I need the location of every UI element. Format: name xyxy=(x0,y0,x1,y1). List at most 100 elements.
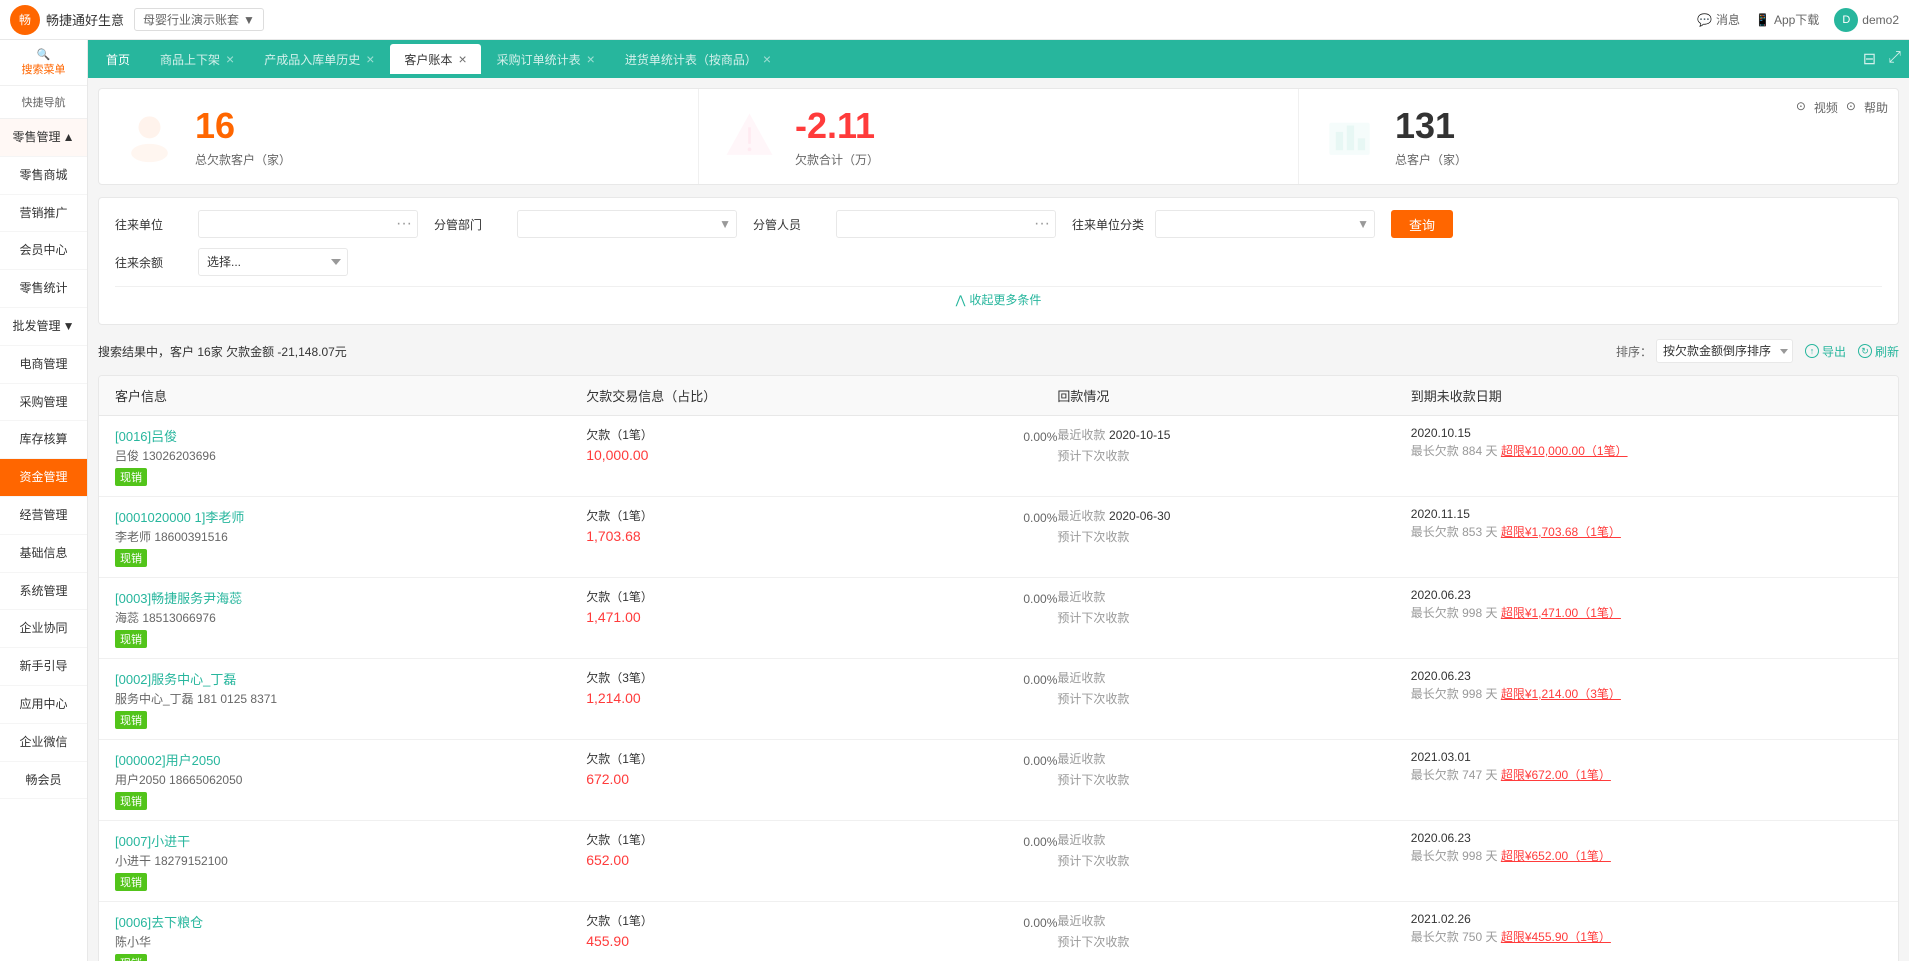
sidebar-item-basic-info[interactable]: 基础信息 xyxy=(0,535,87,573)
tab-restore-icon[interactable]: ⊟ xyxy=(1859,49,1880,69)
export-btn[interactable]: ↑ 导出 xyxy=(1805,343,1846,360)
tab-close-icon4[interactable]: × xyxy=(587,51,595,67)
category-chevron-icon[interactable]: ▼ xyxy=(1357,217,1369,231)
overdue-link[interactable]: 超限¥455.90（1笔） xyxy=(1501,930,1611,944)
sidebar-item-retail-shop[interactable]: 零售商城 xyxy=(0,157,87,195)
overdue-link[interactable]: 超限¥10,000.00（1笔） xyxy=(1501,444,1628,458)
sidebar-item-corp-collab[interactable]: 企业协同 xyxy=(0,610,87,648)
customer-name-link[interactable]: [0016]吕俊 xyxy=(115,429,177,444)
customer-name-link[interactable]: [0002]服务中心_丁磊 xyxy=(115,672,236,687)
filter-person-input[interactable] xyxy=(836,210,1056,238)
sidebar-item-marketing[interactable]: 营销推广 xyxy=(0,195,87,233)
filter-person-label: 分管人员 xyxy=(753,216,828,233)
tab-close-icon[interactable]: × xyxy=(226,51,234,67)
tab-home[interactable]: 首页 xyxy=(92,44,144,74)
table-row: [0006]去下粮仓 陈小华 现销 欠款（1笔） 455.90 0.00% 最近… xyxy=(99,902,1898,961)
tab-expand-icon[interactable]: ⤢ xyxy=(1884,49,1905,69)
customer-phone: 海蕊 18513066976 xyxy=(115,609,586,626)
filter-item-category: 往来单位分类 ▼ xyxy=(1072,210,1375,238)
filter-balance-wrapper: 选择... xyxy=(198,248,348,276)
filter-unit-input[interactable] xyxy=(198,210,418,238)
tab-close-icon3[interactable]: × xyxy=(458,51,466,67)
ecommerce-label: 电商管理 xyxy=(19,357,67,371)
dept-chevron-icon[interactable]: ▼ xyxy=(719,217,731,231)
sidebar-item-finance[interactable]: 资金管理 xyxy=(0,459,87,497)
sidebar-item-inventory[interactable]: 库存核算 xyxy=(0,421,87,459)
customer-tag: 现销 xyxy=(115,468,147,486)
tab-customer-account[interactable]: 客户账本 × xyxy=(390,44,480,74)
due-date: 2020.11.15 xyxy=(1411,507,1882,521)
sidebar-item-retail-mgmt[interactable]: 零售管理 ▲ xyxy=(0,119,87,157)
data-table: 客户信息 欠款交易信息（占比） 回款情况 到期未收款日期 [0016]吕俊 吕俊… xyxy=(98,375,1899,961)
due-date: 2020.10.15 xyxy=(1411,426,1882,440)
collection-cell: 最近收款 预计下次收款 xyxy=(1057,831,1410,869)
overdue-link[interactable]: 超限¥1,471.00（1笔） xyxy=(1501,606,1621,620)
main-wrapper: 🔍 搜索菜单 快捷导航 零售管理 ▲ 零售商城 营销推广 会员中心 xyxy=(0,40,1909,961)
app-download-btn[interactable]: 📱 App下载 xyxy=(1755,11,1819,28)
filter-balance-select[interactable]: 选择... xyxy=(198,248,348,276)
system-label: 系统管理 xyxy=(19,584,67,598)
overdue-link[interactable]: 超限¥652.00（1笔） xyxy=(1501,849,1611,863)
customer-tag: 现销 xyxy=(115,954,147,961)
tab-purchase-order[interactable]: 采购订单统计表 × xyxy=(483,44,609,74)
collection-label: 最近收款 xyxy=(1057,671,1105,685)
refresh-btn[interactable]: ↻ 刷新 xyxy=(1858,343,1899,360)
sidebar-search[interactable]: 🔍 搜索菜单 xyxy=(0,40,87,86)
sidebar-item-system[interactable]: 系统管理 xyxy=(0,573,87,611)
sidebar-item-corp-wechat[interactable]: 企业微信 xyxy=(0,724,87,762)
sidebar-item-member[interactable]: 会员中心 xyxy=(0,232,87,270)
tab-product-shelf[interactable]: 商品上下架 × xyxy=(146,44,248,74)
customer-name-link[interactable]: [000002]用户2050 xyxy=(115,753,221,768)
overdue-link[interactable]: 超限¥1,214.00（3笔） xyxy=(1501,687,1621,701)
filter-dept-input[interactable] xyxy=(517,210,737,238)
sidebar-item-operation[interactable]: 经营管理 xyxy=(0,497,87,535)
table-row-4: [000002]用户2050 用户2050 18665062050 现销 欠款（… xyxy=(99,740,1898,821)
user-avatar[interactable]: D demo2 xyxy=(1834,8,1899,32)
video-label: 视频 xyxy=(1814,99,1838,116)
tab-close-icon2[interactable]: × xyxy=(366,51,374,67)
debt-ratio: 0.00% xyxy=(1023,511,1057,525)
debt-count: 欠款（1笔） xyxy=(586,426,1003,443)
sidebar-item-batch-mgmt[interactable]: 批发管理 ▼ xyxy=(0,308,87,346)
debt-count: 欠款（1笔） xyxy=(586,912,1003,929)
unit-dots-icon[interactable]: ··· xyxy=(396,215,412,233)
sidebar-item-app-center[interactable]: 应用中心 xyxy=(0,686,87,724)
filter-category-input[interactable] xyxy=(1155,210,1375,238)
company-name: 母婴行业演示账套 xyxy=(143,11,239,28)
table-header: 客户信息 欠款交易信息（占比） 回款情况 到期未收款日期 xyxy=(99,376,1898,416)
due-date: 2020.06.23 xyxy=(1411,831,1882,845)
company-selector[interactable]: 母婴行业演示账套 ▼ xyxy=(134,8,264,31)
person-dots-icon[interactable]: ··· xyxy=(1034,215,1050,233)
customer-name-link[interactable]: [0003]畅捷服务尹海蕊 xyxy=(115,591,242,606)
tab-purchase-stats[interactable]: 进货单统计表（按商品） × xyxy=(611,44,785,74)
sidebar-item-guide[interactable]: 新手引导 xyxy=(0,648,87,686)
sidebar-item-retail-stats[interactable]: 零售统计 xyxy=(0,270,87,308)
overdue-link[interactable]: 超限¥672.00（1笔） xyxy=(1501,768,1611,782)
collection-cell: 最近收款 2020-10-15 预计下次收款 xyxy=(1057,426,1410,464)
message-btn[interactable]: 💬 消息 xyxy=(1697,11,1740,28)
sidebar-item-ecommerce[interactable]: 电商管理 xyxy=(0,346,87,384)
customer-phone: 吕俊 13026203696 xyxy=(115,447,586,464)
tab-close-icon5[interactable]: × xyxy=(763,51,771,67)
sidebar-item-vip-member[interactable]: 畅会员 xyxy=(0,762,87,800)
table-row: [0007]小进干 小进干 18279152100 现销 欠款（1笔） 652.… xyxy=(99,821,1898,901)
results-actions: 排序： 按欠款金额倒序排序 ↑ 导出 ↻ 刷新 xyxy=(1616,339,1899,363)
header-customer-info: 客户信息 xyxy=(115,386,586,405)
arrow-icon2: ▼ xyxy=(63,319,75,333)
debt-amount: 455.90 xyxy=(586,933,1003,949)
debt-amount: 672.00 xyxy=(586,771,1003,787)
collection-plan: 预计下次收款 xyxy=(1057,771,1410,788)
sidebar-item-purchase[interactable]: 采购管理 xyxy=(0,384,87,422)
customer-name-link[interactable]: [0001020000 1]李老师 xyxy=(115,510,244,525)
customer-phone: 小进干 18279152100 xyxy=(115,852,586,869)
tab-product-history[interactable]: 产成品入库单历史 × xyxy=(250,44,388,74)
customer-name-link[interactable]: [0006]去下粮仓 xyxy=(115,915,203,930)
customer-name-link[interactable]: [0007]小进干 xyxy=(115,834,190,849)
sidebar-quicknav[interactable]: 快捷导航 xyxy=(0,86,87,119)
query-button[interactable]: 查询 xyxy=(1391,210,1453,238)
sort-select[interactable]: 按欠款金额倒序排序 xyxy=(1656,339,1793,363)
tab-purchase-stats-label: 进货单统计表（按商品） xyxy=(625,51,757,68)
overdue-link[interactable]: 超限¥1,703.68（1笔） xyxy=(1501,525,1621,539)
debt-ratio: 0.00% xyxy=(1023,916,1057,930)
collapse-btn[interactable]: ⋀ 收起更多条件 xyxy=(115,286,1882,312)
